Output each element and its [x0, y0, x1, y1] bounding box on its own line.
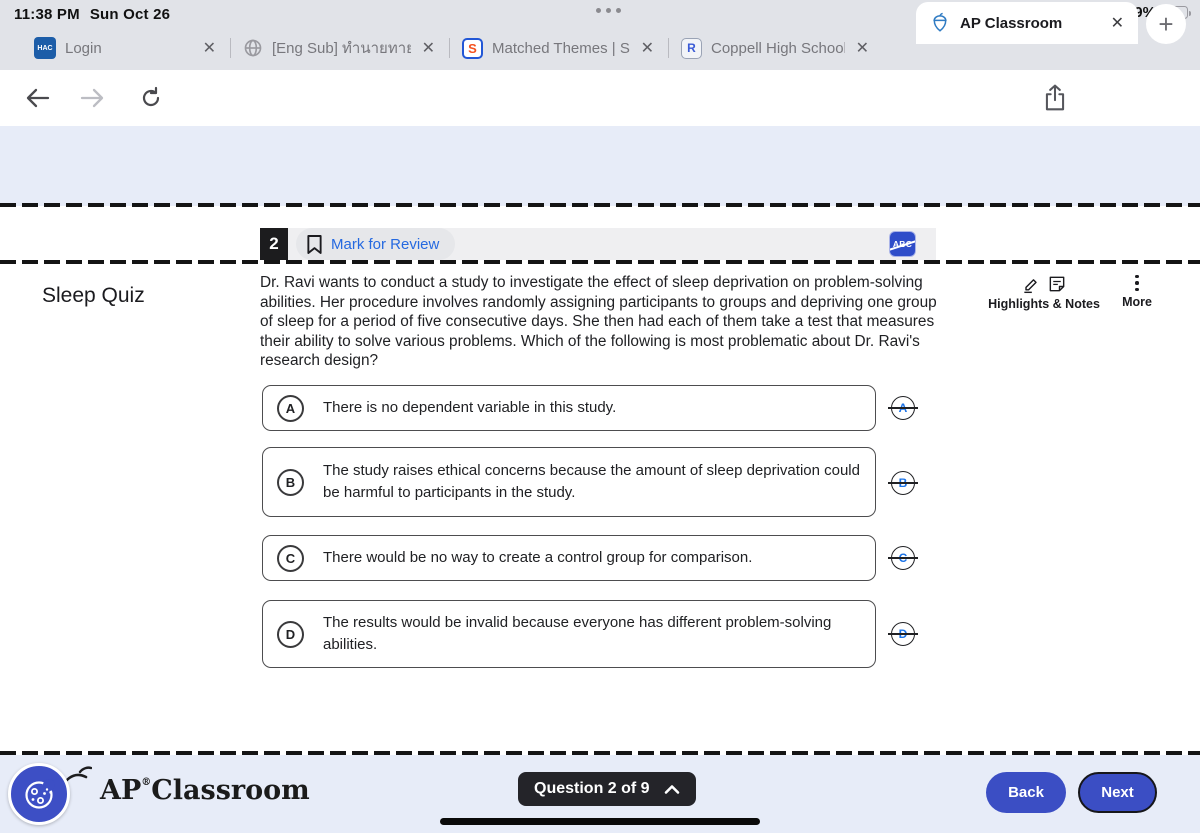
question-number-badge: 2 — [260, 228, 288, 260]
close-tab-icon[interactable]: ✕ — [420, 38, 437, 58]
highlighter-icon — [1024, 279, 1037, 294]
option-text: The results would be invalid because eve… — [323, 614, 832, 653]
tab-ap-classroom-active[interactable]: AP Classroom ✕ — [916, 2, 1138, 44]
browser-toolbar: apclassroom.collegeboard.org 5 — [0, 70, 1200, 188]
notes-icon — [1049, 276, 1065, 292]
question-navigator-label: Question 2 of 9 — [534, 780, 650, 797]
option-text: There would be no way to create a contro… — [323, 549, 753, 566]
strikethrough-line — [888, 633, 918, 635]
mark-for-review-label: Mark for Review — [331, 235, 440, 253]
back-button[interactable]: Back — [986, 772, 1066, 813]
hac-favicon-icon: HAC — [34, 37, 56, 59]
eliminate-option-c-button[interactable]: C — [888, 543, 918, 573]
tab-title: Matched Themes | Sh — [492, 39, 630, 57]
tab-title: [Eng Sub] ทำนายทายท — [272, 40, 411, 57]
answer-option-c[interactable]: C There would be no way to create a cont… — [262, 535, 876, 581]
eliminate-option-b-button[interactable]: B — [888, 468, 918, 498]
status-time: 11:38 PM — [14, 6, 80, 23]
tab-separator — [668, 38, 669, 58]
acorn-icon — [933, 12, 947, 32]
strikethrough-line — [888, 482, 918, 484]
close-tab-icon[interactable]: ✕ — [639, 38, 656, 58]
option-letter-badge: D — [277, 620, 304, 648]
option-text: There is no dependent variable in this s… — [323, 399, 617, 416]
globe-icon — [244, 39, 262, 57]
option-letter-badge: B — [277, 468, 304, 496]
tab-login[interactable]: HAC Login ✕ — [26, 26, 226, 70]
question-stem: Dr. Ravi wants to conduct a study to inv… — [260, 274, 937, 370]
option-letter-badge: C — [277, 544, 304, 572]
bookmark-icon — [307, 234, 322, 254]
multitask-dots-icon[interactable] — [596, 8, 621, 13]
ap-classroom-logo: AP®Classroom — [100, 775, 310, 806]
translate-favicon-icon: R — [681, 37, 702, 59]
reload-icon[interactable] — [136, 83, 166, 113]
mark-for-review-button[interactable]: Mark for Review — [296, 228, 456, 260]
dashed-divider-question — [0, 260, 1200, 264]
back-nav-icon[interactable] — [22, 83, 52, 113]
ipad-screen: 11:38 PM Sun Oct 26 39% HAC Login ✕ [Eng … — [0, 0, 1200, 833]
browser-chrome: 11:38 PM Sun Oct 26 39% HAC Login ✕ [Eng … — [0, 0, 1200, 70]
eliminate-option-d-button[interactable]: D — [888, 619, 918, 649]
tab-eng-sub-video[interactable]: [Eng Sub] ทำนายทายท ✕ — [235, 26, 445, 70]
highlights-notes-label: Highlights & Notes — [988, 297, 1100, 311]
close-tab-icon[interactable]: ✕ — [201, 38, 218, 58]
quiz-page-header: Sleep Quiz Highlights & Notes More — [0, 126, 1200, 311]
tab-matched-themes[interactable]: S Matched Themes | Sh ✕ — [454, 26, 664, 70]
answer-eliminator-toggle[interactable]: ABC — [889, 231, 916, 257]
tab-separator — [230, 38, 231, 58]
home-indicator[interactable] — [440, 818, 760, 825]
question-toolbar: 2 Mark for Review ABC — [260, 228, 936, 260]
option-letter-badge: A — [277, 394, 304, 422]
question-navigator-button[interactable]: Question 2 of 9 — [518, 772, 696, 806]
highlights-notes-button[interactable]: Highlights & Notes — [985, 274, 1103, 311]
strikethrough-line — [888, 407, 918, 409]
status-date: Sun Oct 26 — [89, 6, 171, 23]
strikethrough-line — [888, 557, 918, 559]
shmoop-favicon-icon: S — [462, 37, 483, 59]
option-text: The study raises ethical concerns becaus… — [323, 462, 860, 501]
tab-title: AP Classroom — [960, 14, 1063, 32]
cookie-consent-button[interactable] — [8, 763, 70, 825]
next-button[interactable]: Next — [1078, 772, 1157, 813]
answer-option-b[interactable]: B The study raises ethical concerns beca… — [262, 447, 876, 517]
tab-coppell-high-school[interactable]: R Coppell High School - ✕ — [673, 26, 879, 70]
tab-title: Coppell High School - — [711, 39, 845, 57]
answer-option-d[interactable]: D The results would be invalid because e… — [262, 600, 876, 668]
chevron-up-icon — [664, 784, 679, 794]
eliminate-option-a-button[interactable]: A — [888, 393, 918, 423]
kebab-menu-icon — [1116, 274, 1158, 292]
tab-separator — [449, 38, 450, 58]
new-tab-button[interactable]: + — [1146, 4, 1186, 44]
close-tab-icon[interactable]: ✕ — [854, 38, 871, 58]
close-tab-icon[interactable]: ✕ — [1111, 13, 1124, 33]
answer-eliminator-label: ABC — [892, 239, 913, 249]
dashed-divider-top — [0, 203, 1200, 207]
share-icon[interactable] — [1040, 83, 1070, 113]
answer-option-a[interactable]: A There is no dependent variable in this… — [262, 385, 876, 431]
forward-nav-icon[interactable] — [78, 83, 108, 113]
tab-title: Login — [65, 39, 102, 57]
more-label: More — [1122, 295, 1152, 309]
page-title: Sleep Quiz — [42, 284, 145, 307]
status-clock: 11:38 PM Sun Oct 26 — [14, 6, 180, 23]
more-menu-button[interactable]: More — [1116, 274, 1158, 309]
cookie-icon — [25, 779, 55, 809]
